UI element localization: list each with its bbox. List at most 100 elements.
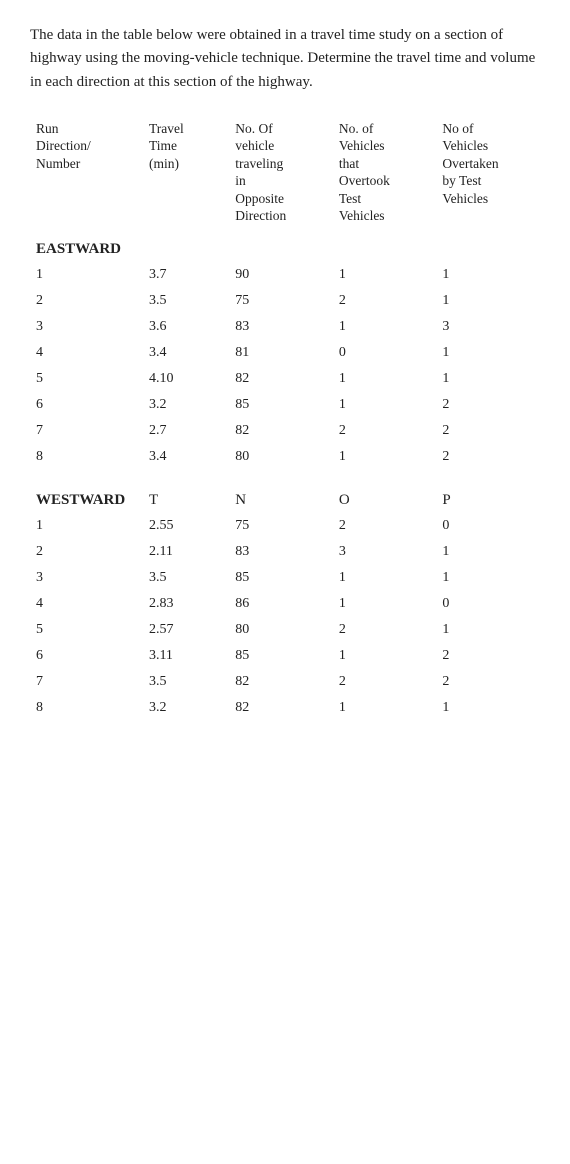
overtook: 1 <box>333 695 437 721</box>
overtaken: 1 <box>436 288 540 314</box>
table-row: 5 2.57 80 2 1 <box>30 617 540 643</box>
run-number: 2 <box>30 288 143 314</box>
col-header-travel: Travel Time (min) <box>143 116 229 229</box>
overtaken: 1 <box>436 262 540 288</box>
overtaken: 2 <box>436 444 540 470</box>
overtaken: 1 <box>436 340 540 366</box>
westward-label: WESTWARD <box>30 470 143 513</box>
run-number: 6 <box>30 643 143 669</box>
travel-time: 3.11 <box>143 643 229 669</box>
table-row: 6 3.2 85 1 2 <box>30 392 540 418</box>
run-number: 5 <box>30 617 143 643</box>
travel-time: 3.5 <box>143 565 229 591</box>
table-row: 3 3.5 85 1 1 <box>30 565 540 591</box>
run-number: 4 <box>30 591 143 617</box>
overtook: 2 <box>333 418 437 444</box>
no-vehicles: 82 <box>229 669 333 695</box>
no-vehicles: 80 <box>229 444 333 470</box>
overtook: 2 <box>333 513 437 539</box>
overtaken: 2 <box>436 392 540 418</box>
travel-time: 3.2 <box>143 695 229 721</box>
overtaken: 1 <box>436 539 540 565</box>
westward-col-n: N <box>229 470 333 513</box>
overtook: 1 <box>333 314 437 340</box>
overtaken: 3 <box>436 314 540 340</box>
run-number: 2 <box>30 539 143 565</box>
run-number: 4 <box>30 340 143 366</box>
run-number: 6 <box>30 392 143 418</box>
run-number: 1 <box>30 513 143 539</box>
overtook: 1 <box>333 262 437 288</box>
table-row: 2 2.11 83 3 1 <box>30 539 540 565</box>
table-row: 3 3.6 83 1 3 <box>30 314 540 340</box>
overtook: 2 <box>333 288 437 314</box>
travel-time: 2.83 <box>143 591 229 617</box>
travel-time: 3.5 <box>143 288 229 314</box>
overtook: 1 <box>333 565 437 591</box>
travel-time: 2.11 <box>143 539 229 565</box>
overtook: 2 <box>333 617 437 643</box>
travel-time: 2.7 <box>143 418 229 444</box>
table-row: 4 2.83 86 1 0 <box>30 591 540 617</box>
col-header-run: Run Direction/ Number <box>30 116 143 229</box>
overtook: 1 <box>333 392 437 418</box>
eastward-label: EASTWARD <box>30 229 540 262</box>
no-vehicles: 83 <box>229 539 333 565</box>
no-vehicles: 80 <box>229 617 333 643</box>
overtook: 1 <box>333 366 437 392</box>
overtook: 2 <box>333 669 437 695</box>
no-vehicles: 83 <box>229 314 333 340</box>
table-row: 7 2.7 82 2 2 <box>30 418 540 444</box>
table-row: 1 2.55 75 2 0 <box>30 513 540 539</box>
no-vehicles: 85 <box>229 565 333 591</box>
no-vehicles: 85 <box>229 392 333 418</box>
run-number: 5 <box>30 366 143 392</box>
no-vehicles: 75 <box>229 513 333 539</box>
intro-paragraph: The data in the table below were obtaine… <box>30 24 540 94</box>
table-row: 5 4.10 82 1 1 <box>30 366 540 392</box>
no-vehicles: 81 <box>229 340 333 366</box>
overtook: 1 <box>333 444 437 470</box>
no-vehicles: 90 <box>229 262 333 288</box>
table-row: 6 3.11 85 1 2 <box>30 643 540 669</box>
overtaken: 2 <box>436 643 540 669</box>
overtook: 0 <box>333 340 437 366</box>
run-number: 3 <box>30 314 143 340</box>
travel-time: 4.10 <box>143 366 229 392</box>
overtaken: 1 <box>436 565 540 591</box>
table-row: 8 3.2 82 1 1 <box>30 695 540 721</box>
overtook: 1 <box>333 591 437 617</box>
no-vehicles: 75 <box>229 288 333 314</box>
overtaken: 1 <box>436 366 540 392</box>
table-row: 1 3.7 90 1 1 <box>30 262 540 288</box>
travel-time: 2.57 <box>143 617 229 643</box>
overtook: 1 <box>333 643 437 669</box>
col-header-overtaken: No of Vehicles Overtaken by Test Vehicle… <box>436 116 540 229</box>
travel-time: 3.7 <box>143 262 229 288</box>
data-table: Run Direction/ Number Travel Time (min) … <box>30 116 540 721</box>
westward-col-t: T <box>143 470 229 513</box>
travel-time: 2.55 <box>143 513 229 539</box>
no-vehicles: 82 <box>229 366 333 392</box>
westward-col-o: O <box>333 470 437 513</box>
eastward-section-header: EASTWARD <box>30 229 540 262</box>
col-header-no-vehicle: No. Of vehicle traveling in Opposite Dir… <box>229 116 333 229</box>
travel-time: 3.4 <box>143 444 229 470</box>
table-row: 8 3.4 80 1 2 <box>30 444 540 470</box>
run-number: 3 <box>30 565 143 591</box>
travel-time: 3.2 <box>143 392 229 418</box>
overtaken: 2 <box>436 418 540 444</box>
overtaken: 0 <box>436 513 540 539</box>
travel-time: 3.5 <box>143 669 229 695</box>
run-number: 1 <box>30 262 143 288</box>
col-header-overtook: No. of Vehicles that Overtook Test Vehic… <box>333 116 437 229</box>
overtook: 3 <box>333 539 437 565</box>
overtaken: 1 <box>436 617 540 643</box>
westward-col-p: P <box>436 470 540 513</box>
table-row: 7 3.5 82 2 2 <box>30 669 540 695</box>
run-number: 8 <box>30 695 143 721</box>
no-vehicles: 82 <box>229 418 333 444</box>
travel-time: 3.4 <box>143 340 229 366</box>
run-number: 7 <box>30 669 143 695</box>
run-number: 7 <box>30 418 143 444</box>
